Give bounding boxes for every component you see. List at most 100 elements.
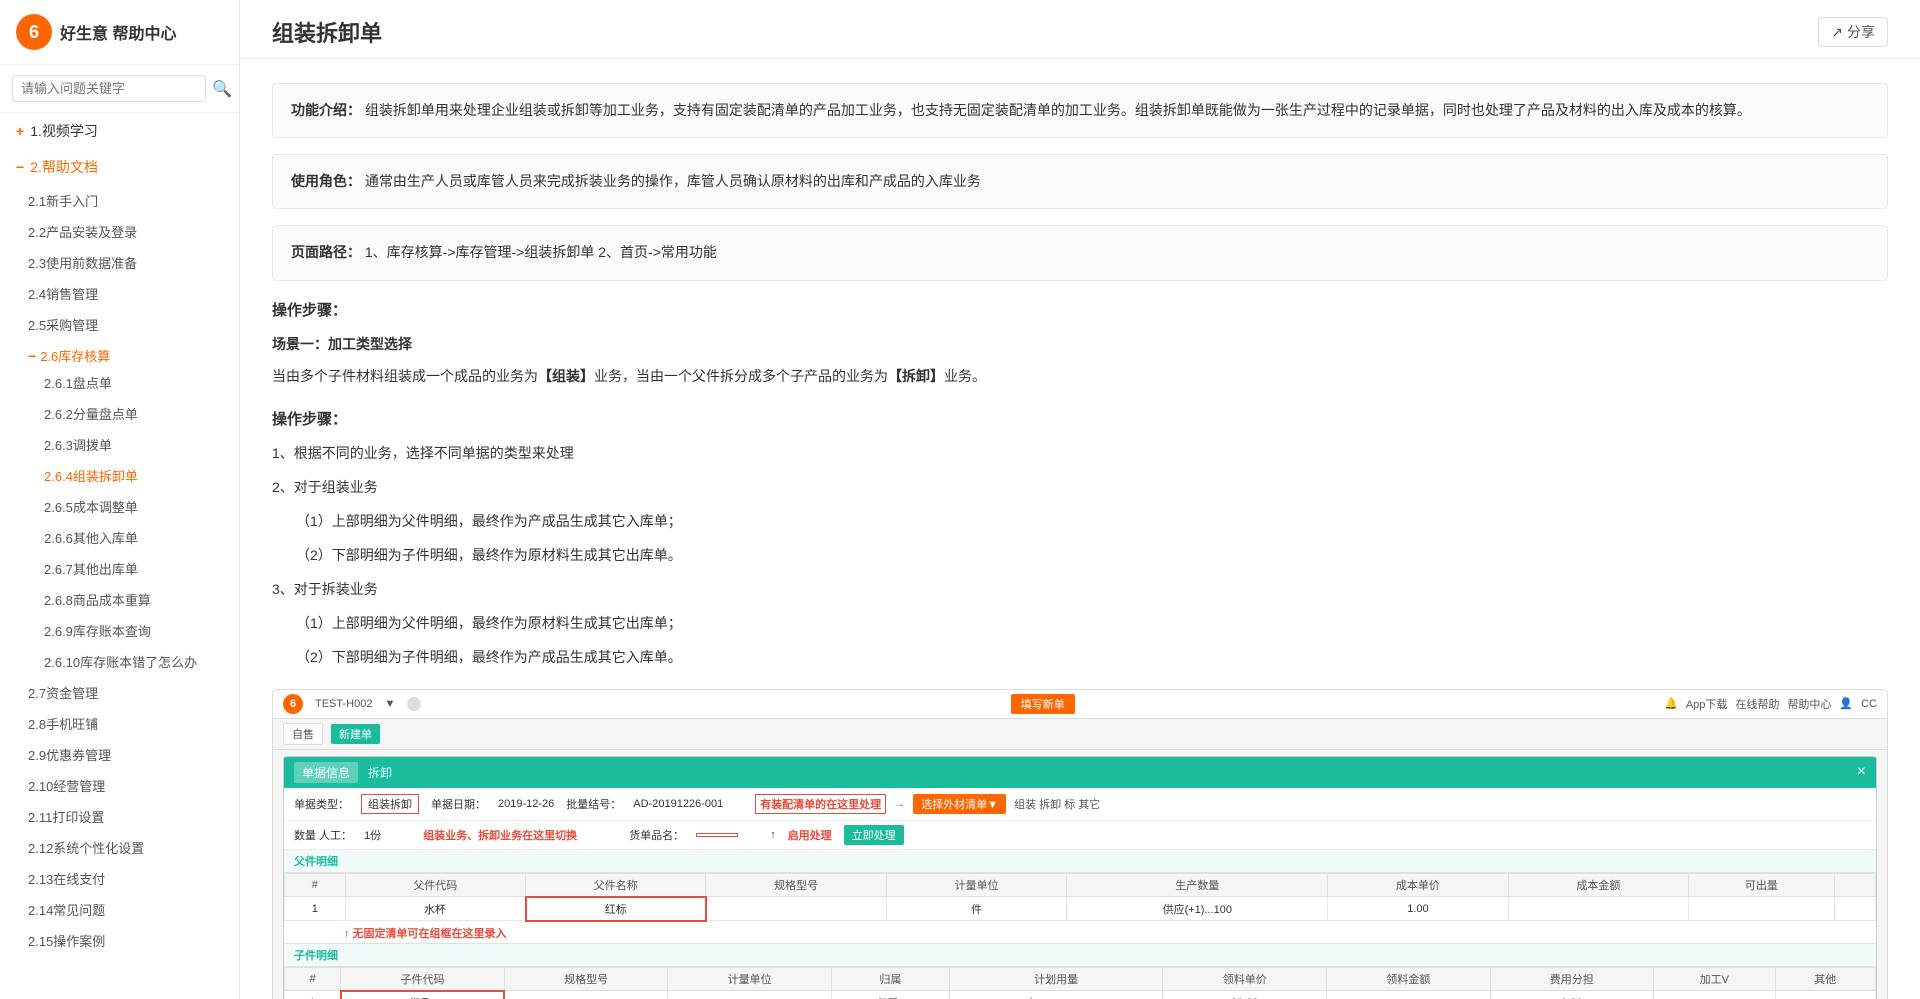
sidebar-item-2-6-5[interactable]: 2.6.5成本调整单 (44, 491, 239, 522)
mock-modal-tab-active[interactable]: 单据信息 (294, 762, 358, 783)
mock-modal: 单据信息 拆卸 × 单据类型： 组装拆卸 单据日期： 2019-12-26 批量… (283, 756, 1877, 999)
sidebar-item-2-10[interactable]: 2.10经营管理 (28, 770, 239, 801)
logo-icon: 6 (16, 14, 52, 50)
sidebar-item-2-12[interactable]: 2.12系统个性化设置 (28, 832, 239, 863)
mock-annotation2: 组装业务、拆卸业务在这里切换 (423, 827, 577, 843)
sidebar-item-2-6-10[interactable]: 2.6.10库存账本错了怎么办 (44, 646, 239, 677)
mock-t2-th-code: 子件代码 (341, 967, 505, 991)
intro-label: 功能介绍： (291, 102, 361, 118)
mock-left-bar: 6 TEST-H002 ▼ (283, 694, 421, 714)
mock-select-btn[interactable]: 选择外材清单▼ (913, 794, 1006, 814)
mock-dropdown-icon: ▼ (384, 698, 395, 710)
mock-t2-r1-num: 1 (285, 991, 341, 999)
mock-th-avail: 可出量 (1689, 873, 1835, 897)
content-area: 功能介绍： 组装拆卸单用来处理企业组装或拆卸等加工业务，支持有固定装配清单的产品… (240, 59, 1920, 999)
sidebar-item-2-3[interactable]: 2.3使用前数据准备 (28, 247, 239, 278)
search-icon[interactable]: 🔍 (212, 79, 232, 99)
search-bar: 🔍 (0, 65, 239, 113)
sidebar-item-2[interactable]: − 2.帮助文档 (0, 149, 239, 185)
mock-tab-2[interactable]: 新建单 (331, 724, 380, 744)
role-block: 使用角色： 通常由生产人员或库管人员来完成拆装业务的操作，库管人员确认原材料的出… (272, 154, 1888, 209)
sidebar-item-2-13[interactable]: 2.13在线支付 (28, 863, 239, 894)
sidebar-item-2-6[interactable]: 2.6库存核算 (40, 346, 110, 365)
sidebar-item-2-6-2[interactable]: 2.6.2分量盘点单 (44, 398, 239, 429)
mock-t2-r1-fee: 0.00 (1490, 991, 1654, 999)
sidebar-item-2-1[interactable]: 2.1新手入门 (28, 185, 239, 216)
step2: 2、对于组装业务 (272, 473, 1888, 501)
mock-f1-label: 单据类型： (294, 796, 349, 812)
mock-count-label: 数量 人工： (294, 827, 352, 843)
mock-t2-th-plan: 计划用量 (949, 967, 1163, 991)
mock-t2-r1-amount (1327, 991, 1491, 999)
mock-cc-icon: CC (1861, 698, 1877, 710)
sidebar-item-1[interactable]: + 1.视频学习 (0, 113, 239, 149)
mock-new-btn[interactable]: 填写新单 (1011, 694, 1075, 714)
sidebar-item-2-6-7[interactable]: 2.6.7其他出库单 (44, 553, 239, 584)
mock-th-qty: 生产数量 (1067, 873, 1328, 897)
sidebar-item-2-14[interactable]: 2.14常见问题 (28, 894, 239, 925)
sidebar-item-2-6-1[interactable]: 2.6.1盘点单 (44, 367, 239, 398)
mock-f3-value: AD-20191226-001 (633, 798, 723, 810)
sidebar-item-2-6-6[interactable]: 2.6.6其他入库单 (44, 522, 239, 553)
sidebar-item-2-11[interactable]: 2.11打印设置 (28, 801, 239, 832)
mock-annotation3-text: 启用处理 (788, 827, 832, 843)
mock-t1-r1-num: 1 (285, 897, 346, 921)
sidebar-item-2-5[interactable]: 2.5采购管理 (28, 309, 239, 340)
mock-t1-r1-name: 红标 (526, 897, 706, 921)
mock-th-name: 父件名称 (526, 873, 706, 897)
share-icon: ↗ (1831, 24, 1843, 41)
mock-table1-row1: 1 水杯 红标 件 供应(+1)...100 1.00 (285, 897, 1876, 921)
search-input[interactable] (12, 75, 206, 102)
mock-f1-value: 组装拆卸 (361, 794, 419, 814)
main-content: 组装拆卸单 ↗ 分享 功能介绍： 组装拆卸单用来处理企业组装或拆卸等加工业务，支… (240, 0, 1920, 999)
sidebar-item-2-6-8[interactable]: 2.6.8商品成本重算 (44, 584, 239, 615)
mock-t2-r1-spec (504, 991, 668, 999)
mock-t1-r1-qty: 供应(+1)...100 (1067, 897, 1328, 921)
mock-annotation3-arrow: ↑ (770, 829, 776, 841)
nav-section: + 1.视频学习 − 2.帮助文档 2.1新手入门 2.2产品安装及登录 2.3… (0, 113, 239, 956)
step3: 3、对于拆装业务 (272, 575, 1888, 603)
mock-t1-r1-action (1834, 897, 1875, 921)
mock-count-value: 1份 (364, 827, 381, 843)
sidebar-item-2-9[interactable]: 2.9优惠券管理 (28, 739, 239, 770)
mock-t1-r1-spec (706, 897, 886, 921)
mock-th-amount: 成本金额 (1508, 873, 1688, 897)
step2-2: （2）下部明细为子件明细，最终作为原材料生成其它出库单。 (296, 541, 1888, 569)
top-bar: 组装拆卸单 ↗ 分享 (240, 0, 1920, 59)
path-block: 页面路径： 1、库存核算->库存管理->组装拆卸单 2、首页->常用功能 (272, 225, 1888, 280)
mock-t1-r1-unit: 件 (886, 897, 1066, 921)
path-label: 页面路径： (291, 244, 361, 260)
mock-modal-tab-2[interactable]: 拆卸 (368, 764, 392, 781)
mock-close-icon[interactable]: × (1857, 763, 1866, 781)
sidebar-item-2-7[interactable]: 2.7资金管理 (28, 677, 239, 708)
mock-annotation1-text: 有装配清单的在这里处理 (755, 794, 886, 814)
mock-extra-btns: 组装 拆卸 标 其它 (1014, 796, 1100, 812)
sidebar-item-1-label: 1.视频学习 (30, 121, 98, 141)
sidebar-item-2-2[interactable]: 2.2产品安装及登录 (28, 216, 239, 247)
sidebar-item-2-6-3[interactable]: 2.6.3调拨单 (44, 429, 239, 460)
path-text: 1、库存核算->库存管理->组装拆卸单 2、首页->常用功能 (365, 244, 717, 260)
share-button[interactable]: ↗ 分享 (1818, 17, 1888, 47)
mock-confirm-btn[interactable]: 立即处理 (844, 825, 904, 845)
mock-th-actions (1834, 873, 1875, 897)
step3-2: （2）下部明细为子件明细，最终作为产成品生成其它入库单。 (296, 643, 1888, 671)
mock-tab-1[interactable]: 自售 (283, 723, 323, 745)
mock-table2: # 子件代码 规格型号 计量单位 归属 计划用量 领料单价 领料金额 费用分担 … (284, 967, 1876, 999)
sidebar: 6 好生意 帮助中心 🔍 + 1.视频学习 − 2.帮助文档 2.1新手入门 2… (0, 0, 240, 999)
mock-user-icon: 👤 (1839, 697, 1853, 710)
mock-table2-row1: 1 货品1 归属1 中(f+1)...100 30.00 0.00 (285, 991, 1876, 999)
mock-f3-label: 批量结号： (566, 796, 621, 812)
logo-text: 好生意 帮助中心 (60, 20, 176, 44)
mock-table1: # 父件代码 父件名称 规格型号 计量单位 生产数量 成本单价 成本金额 可出量 (284, 873, 1876, 922)
sidebar-item-2-15[interactable]: 2.15操作案例 (28, 925, 239, 956)
sidebar-item-2-6-4[interactable]: 2.6.4组装拆卸单 (44, 460, 239, 491)
sidebar-item-2-6-9[interactable]: 2.6.9库存账本查询 (44, 615, 239, 646)
sidebar-item-2-4[interactable]: 2.4销售管理 (28, 278, 239, 309)
mock-logo: 6 (283, 694, 303, 714)
sidebar-item-2-8[interactable]: 2.8手机旺铺 (28, 708, 239, 739)
mock-th-code: 父件代码 (345, 873, 525, 897)
screenshot-container: 6 TEST-H002 ▼ 填写新单 🔔 App下载 在线帮助 帮助中心 👤 C… (272, 689, 1888, 999)
mock-f2-label: 单据日期： (431, 796, 486, 812)
mock-th-unit: 计量单位 (886, 873, 1066, 897)
mock-goods-input[interactable] (696, 833, 738, 837)
